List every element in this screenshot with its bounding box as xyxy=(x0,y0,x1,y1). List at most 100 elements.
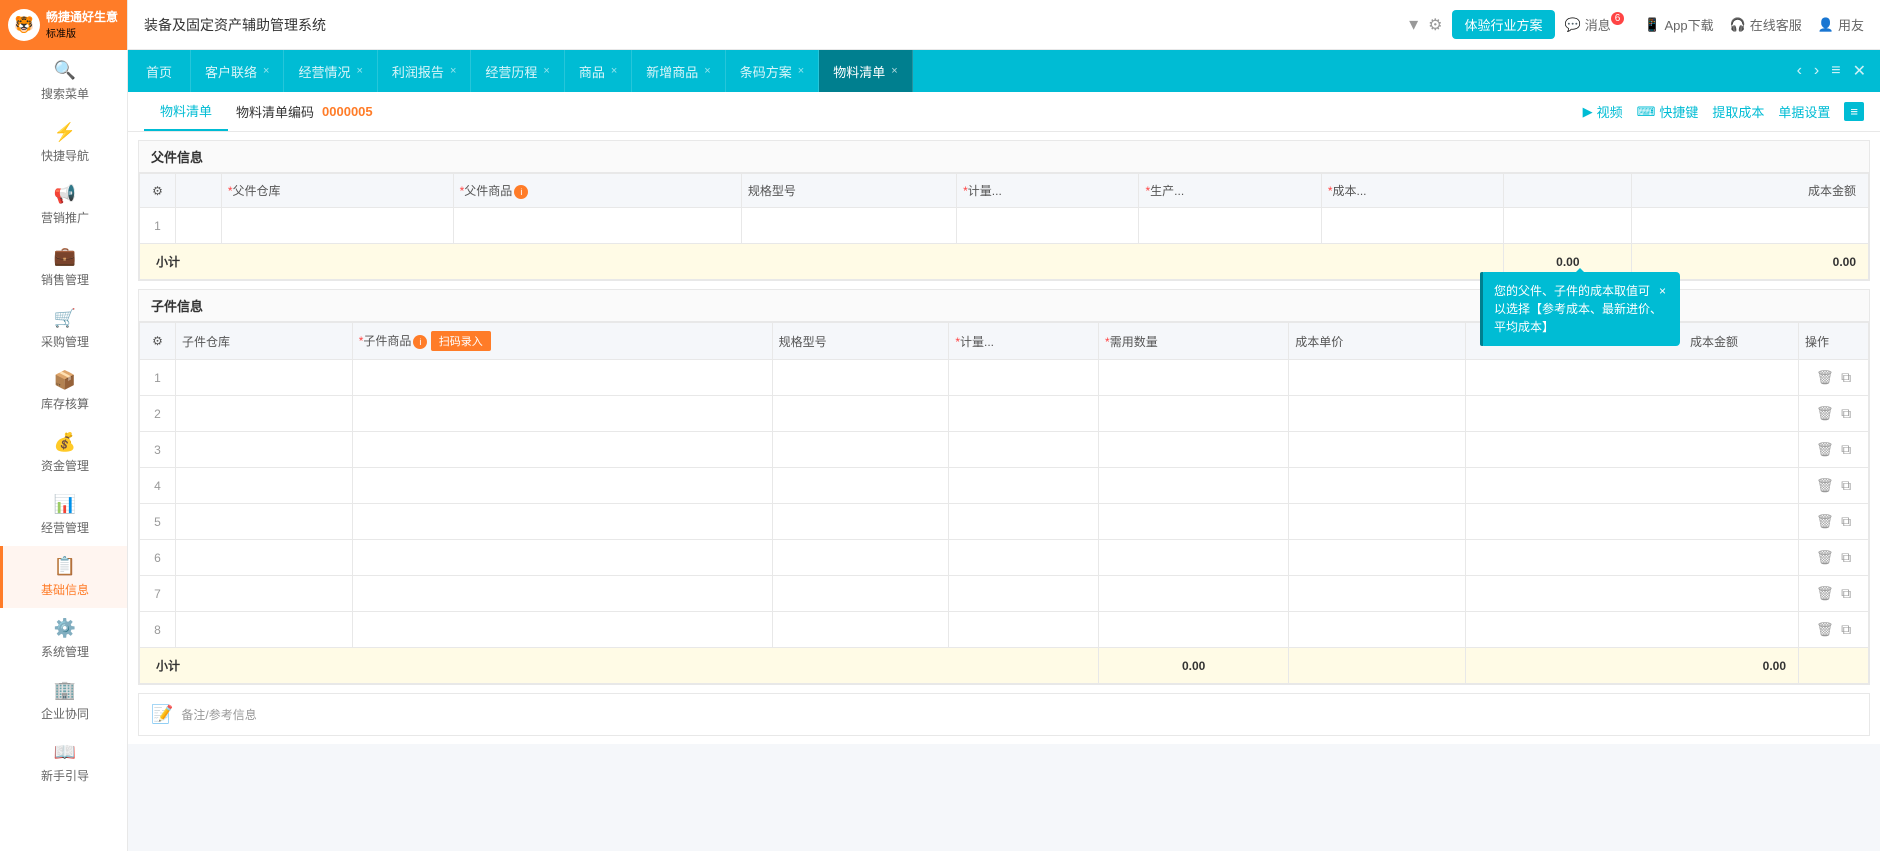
child-warehouse-cell[interactable] xyxy=(176,432,353,468)
child-spec-cell[interactable] xyxy=(772,360,949,396)
copy-icon[interactable]: ⧉ xyxy=(1841,369,1851,385)
navtab-close-1[interactable]: × xyxy=(263,65,269,77)
navtab-3[interactable]: 利润报告× xyxy=(378,50,471,92)
child-unit-cell[interactable] xyxy=(949,360,1099,396)
settings-icon[interactable]: ⚙ xyxy=(1428,15,1442,35)
sidebar-item-system[interactable]: ⚙️系统管理 xyxy=(0,608,127,670)
child-spec-cell[interactable] xyxy=(772,468,949,504)
child-price-cell[interactable] xyxy=(1289,432,1466,468)
child-qty-cell[interactable] xyxy=(1099,468,1289,504)
child-spec-cell[interactable] xyxy=(772,540,949,576)
child-price-cell[interactable] xyxy=(1289,468,1466,504)
navtab-close-7[interactable]: × xyxy=(798,65,804,77)
single-settings-action[interactable]: 单据设置 xyxy=(1778,102,1830,121)
delete-icon[interactable]: 🗑 xyxy=(1816,477,1834,493)
scan-btn[interactable]: 扫码录入 xyxy=(431,331,491,351)
child-unit-cell[interactable] xyxy=(949,504,1099,540)
navtab-1[interactable]: 客户联络× xyxy=(191,50,284,92)
child-product-cell[interactable] xyxy=(352,432,772,468)
child-price-cell[interactable] xyxy=(1289,540,1466,576)
child-qty-cell[interactable] xyxy=(1099,360,1289,396)
child-qty-cell[interactable] xyxy=(1099,432,1289,468)
copy-icon[interactable]: ⧉ xyxy=(1841,477,1851,493)
sidebar-item-purchase[interactable]: 🛒采购管理 xyxy=(0,298,127,360)
sidebar-item-sales[interactable]: 💼销售管理 xyxy=(0,236,127,298)
child-warehouse-cell[interactable] xyxy=(176,468,353,504)
child-spec-cell[interactable] xyxy=(772,432,949,468)
navtab-2[interactable]: 经营情况× xyxy=(284,50,377,92)
child-product-cell[interactable] xyxy=(352,360,772,396)
navtab-7[interactable]: 条码方案× xyxy=(726,50,819,92)
sidebar-item-marketing[interactable]: 📢营销推广 xyxy=(0,174,127,236)
navtab-4[interactable]: 经营历程× xyxy=(471,50,564,92)
sidebar-item-corp[interactable]: 🏢企业协同 xyxy=(0,670,127,732)
child-spec-cell[interactable] xyxy=(772,576,949,612)
child-unit-cell[interactable] xyxy=(949,612,1099,648)
message-action[interactable]: 💬 消息 6 xyxy=(1565,15,1629,34)
child-warehouse-cell[interactable] xyxy=(176,540,353,576)
subtab-bill-list[interactable]: 物料清单 xyxy=(144,92,228,131)
sidebar-item-inventory[interactable]: 📦库存核算 xyxy=(0,360,127,422)
copy-icon[interactable]: ⧉ xyxy=(1841,621,1851,637)
parent-spec-cell[interactable] xyxy=(453,208,741,244)
child-spec-cell[interactable] xyxy=(772,396,949,432)
child-qty-cell[interactable] xyxy=(1099,612,1289,648)
navtab-close-4[interactable]: × xyxy=(543,65,549,77)
delete-icon[interactable]: 🗑 xyxy=(1816,549,1834,565)
navtab-0[interactable]: 首页 xyxy=(128,50,191,92)
navtab-close-3[interactable]: × xyxy=(450,65,456,77)
navtab-close-8[interactable]: × xyxy=(891,65,897,77)
topbar-dropdown-icon[interactable]: ▾ xyxy=(1409,14,1418,35)
child-qty-cell[interactable] xyxy=(1099,504,1289,540)
sidebar-item-operations[interactable]: 📊经营管理 xyxy=(0,484,127,546)
child-product-cell[interactable] xyxy=(352,612,772,648)
navtab-close-2[interactable]: × xyxy=(356,65,362,77)
extract-cost-action[interactable]: 提取成本 xyxy=(1712,102,1764,121)
delete-icon[interactable]: 🗑 xyxy=(1816,441,1834,457)
sidebar-item-search[interactable]: 🔍搜索菜单 xyxy=(0,50,127,112)
child-spec-cell[interactable] xyxy=(772,612,949,648)
navtab-close-5[interactable]: × xyxy=(611,65,617,77)
child-warehouse-cell[interactable] xyxy=(176,360,353,396)
tooltip-close-btn[interactable]: × xyxy=(1659,282,1666,300)
navtab-6[interactable]: 新增商品× xyxy=(632,50,725,92)
delete-icon[interactable]: 🗑 xyxy=(1816,621,1834,637)
navtab-8[interactable]: 物料清单× xyxy=(819,50,912,92)
trial-btn[interactable]: 体验行业方案 xyxy=(1452,10,1554,39)
sidebar-item-guide[interactable]: 📖新手引导 xyxy=(0,732,127,794)
child-price-cell[interactable] xyxy=(1289,504,1466,540)
parent-cost-cell[interactable] xyxy=(1139,208,1321,244)
child-unit-cell[interactable] xyxy=(949,396,1099,432)
parent-warehouse-cell[interactable] xyxy=(176,208,222,244)
child-warehouse-cell[interactable] xyxy=(176,396,353,432)
child-warehouse-cell[interactable] xyxy=(176,504,353,540)
child-product-cell[interactable] xyxy=(352,504,772,540)
child-price-cell[interactable] xyxy=(1289,360,1466,396)
nav-prev-btn[interactable]: ‹ xyxy=(1793,60,1806,82)
child-price-cell[interactable] xyxy=(1289,396,1466,432)
child-qty-cell[interactable] xyxy=(1099,540,1289,576)
delete-icon[interactable]: 🗑 xyxy=(1816,513,1834,529)
child-qty-cell[interactable] xyxy=(1099,396,1289,432)
child-product-cell[interactable] xyxy=(352,396,772,432)
sidebar-item-basic[interactable]: 📋基础信息 xyxy=(0,546,127,608)
child-warehouse-cell[interactable] xyxy=(176,576,353,612)
sidebar-item-quicknav[interactable]: ⚡快捷导航 xyxy=(0,112,127,174)
delete-icon[interactable]: 🗑 xyxy=(1816,405,1834,421)
navtab-5[interactable]: 商品× xyxy=(565,50,632,92)
child-qty-cell[interactable] xyxy=(1099,576,1289,612)
view-mode-table[interactable]: ≡ xyxy=(1844,102,1864,121)
parent-unit-cell[interactable] xyxy=(741,208,956,244)
child-product-info-icon[interactable]: i xyxy=(413,335,427,349)
child-product-cell[interactable] xyxy=(352,576,772,612)
copy-icon[interactable]: ⧉ xyxy=(1841,585,1851,601)
online-service-action[interactable]: 🎧 在线客服 xyxy=(1730,15,1802,34)
nav-next-btn[interactable]: › xyxy=(1810,60,1823,82)
nav-close-all-btn[interactable]: ✕ xyxy=(1849,59,1870,83)
parent-prod-cell[interactable] xyxy=(957,208,1139,244)
delete-icon[interactable]: 🗑 xyxy=(1816,585,1834,601)
copy-icon[interactable]: ⧉ xyxy=(1841,405,1851,421)
sidebar-item-finance[interactable]: 💰资金管理 xyxy=(0,422,127,484)
delete-icon[interactable]: 🗑 xyxy=(1816,369,1834,385)
child-warehouse-cell[interactable] xyxy=(176,612,353,648)
